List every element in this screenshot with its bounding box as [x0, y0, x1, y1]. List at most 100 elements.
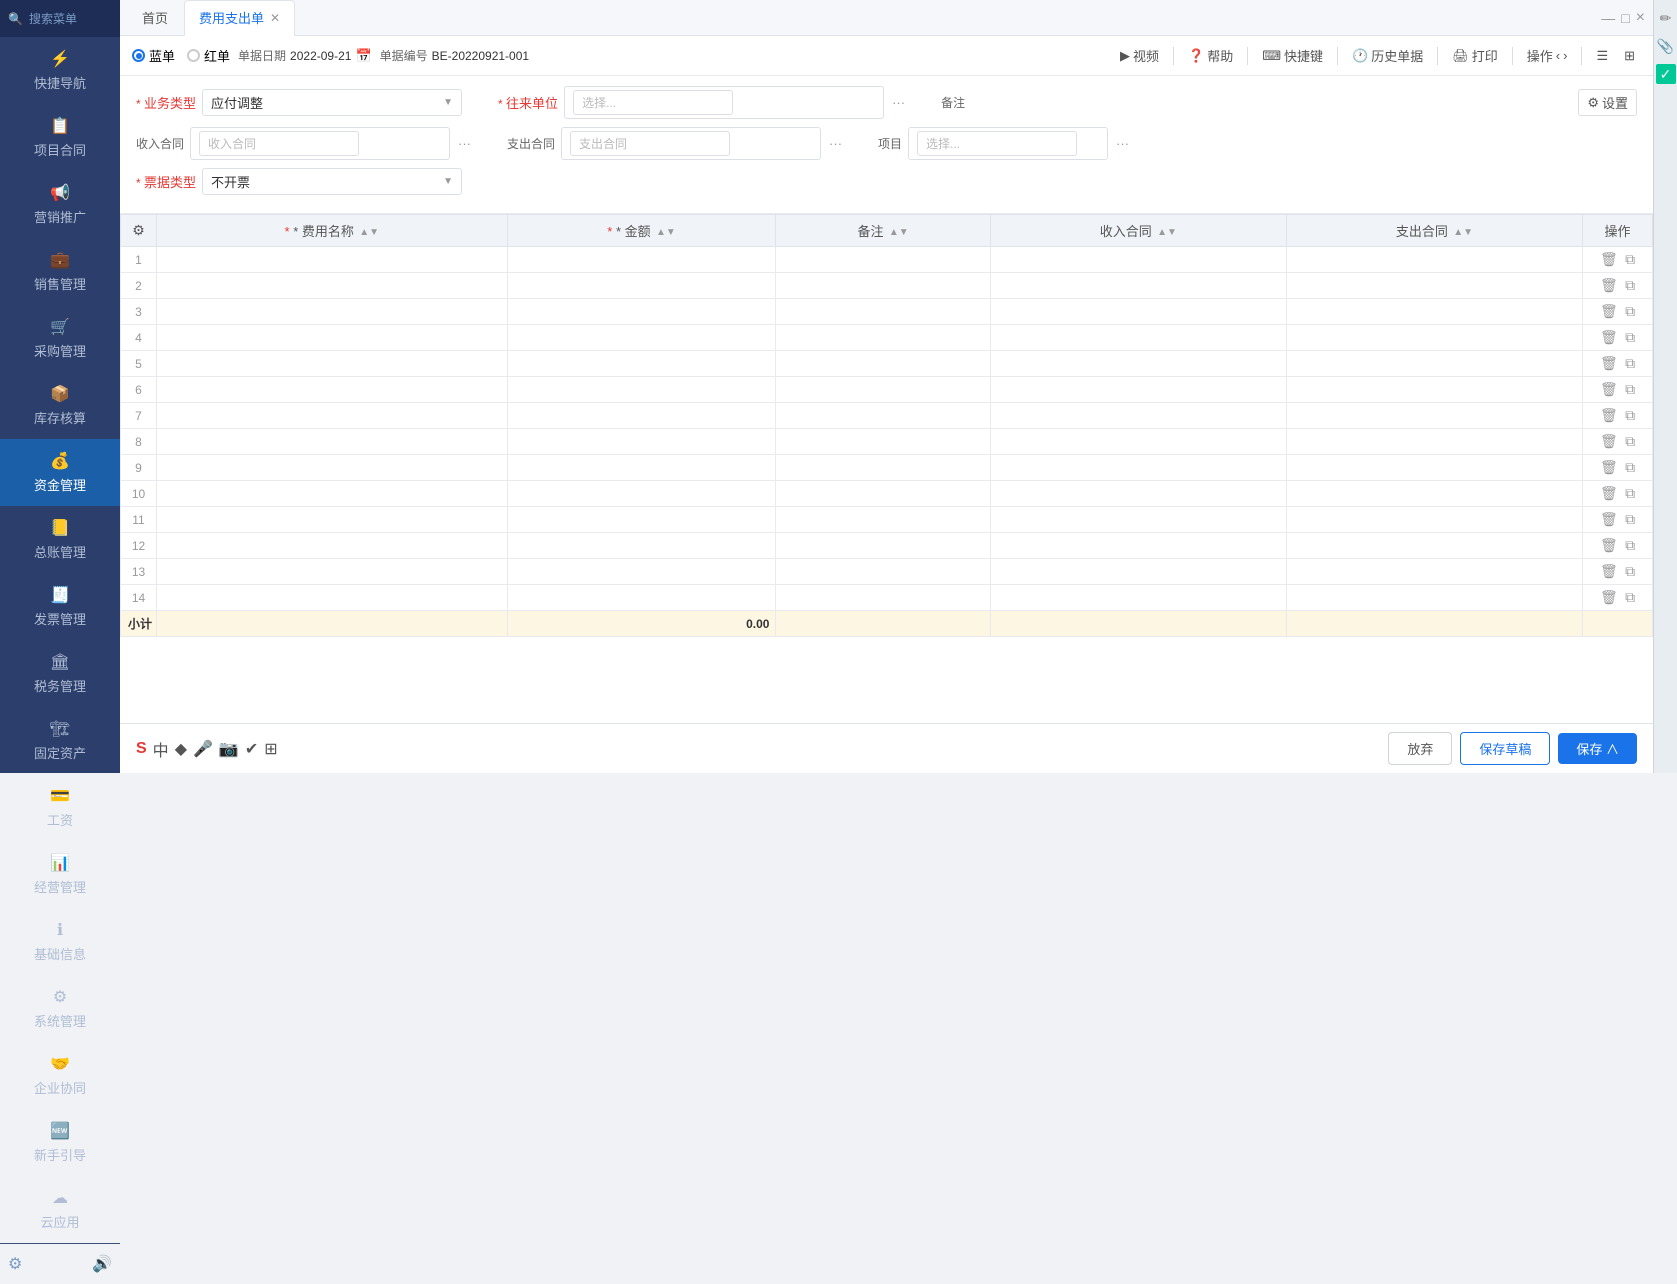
income-contract-cell-7[interactable]	[990, 403, 1286, 429]
sidebar-item-new-guide[interactable]: 🆕 新手引导	[0, 1109, 120, 1176]
expense-name-cell-11[interactable]	[157, 507, 508, 533]
delete-row-6-icon[interactable]: 🗑	[1600, 381, 1618, 397]
discard-button[interactable]: 放弃	[1388, 732, 1452, 765]
expense-name-cell-7[interactable]	[157, 403, 508, 429]
copy-row-5-icon[interactable]: ⧉	[1625, 355, 1635, 371]
th-gear[interactable]: ⚙	[121, 215, 157, 247]
delete-row-9-icon[interactable]: 🗑	[1600, 459, 1618, 475]
expense-contract-cell-7[interactable]	[1286, 403, 1582, 429]
save-draft-button[interactable]: 保存草稿	[1460, 732, 1550, 765]
income-contract-cell-12[interactable]	[990, 533, 1286, 559]
copy-row-13-icon[interactable]: ⧉	[1625, 563, 1635, 579]
th-expense-name[interactable]: * * 费用名称 ▲▼	[157, 215, 508, 247]
expense-name-cell-14[interactable]	[157, 585, 508, 611]
amount-cell-8[interactable]	[507, 429, 776, 455]
delete-row-13-icon[interactable]: 🗑	[1600, 563, 1618, 579]
income-contract-more-icon[interactable]: ···	[458, 136, 471, 151]
expense-contract-cell-14[interactable]	[1286, 585, 1582, 611]
right-panel-icon-edit[interactable]: ✏	[1656, 8, 1676, 28]
history-btn[interactable]: 🕐 历史单据	[1346, 44, 1429, 67]
operation-btn[interactable]: 操作 ‹ ›	[1521, 44, 1574, 67]
amount-cell-4[interactable]	[507, 325, 776, 351]
tab-expense[interactable]: 费用支出单 ✕	[184, 0, 295, 36]
sidebar-item-cloud-apps[interactable]: ☁ 云应用	[0, 1176, 120, 1243]
sidebar-item-quick-nav[interactable]: ⚡ 快捷导航	[0, 37, 120, 104]
sidebar-item-capital-mgmt[interactable]: 💰 资金管理	[0, 439, 120, 506]
right-panel-icon-active[interactable]: ✓	[1656, 64, 1676, 84]
counterparty-more-icon[interactable]: ···	[892, 95, 905, 110]
income-contract-cell-8[interactable]	[990, 429, 1286, 455]
amount-cell-3[interactable]	[507, 299, 776, 325]
amount-cell-7[interactable]	[507, 403, 776, 429]
expense-contract-cell-9[interactable]	[1286, 455, 1582, 481]
income-contract-cell-4[interactable]	[990, 325, 1286, 351]
sidebar-item-accounting[interactable]: 📒 总账管理	[0, 506, 120, 573]
settings-icon[interactable]: ⚙	[8, 1254, 22, 1274]
window-maximize-btn[interactable]: □	[1621, 10, 1629, 26]
sidebar-item-project-contract[interactable]: 📋 项目合同	[0, 104, 120, 171]
expense-name-cell-5[interactable]	[157, 351, 508, 377]
income-contract-cell-14[interactable]	[990, 585, 1286, 611]
expense-contract-cell-3[interactable]	[1286, 299, 1582, 325]
print-btn[interactable]: 🖨 打印	[1446, 44, 1504, 67]
expense-name-cell-4[interactable]	[157, 325, 508, 351]
income-contract-cell-9[interactable]	[990, 455, 1286, 481]
copy-row-6-icon[interactable]: ⧉	[1625, 381, 1635, 397]
income-contract-cell-2[interactable]	[990, 273, 1286, 299]
project-input[interactable]: 选择...	[908, 127, 1108, 160]
expense-contract-cell-4[interactable]	[1286, 325, 1582, 351]
expense-name-cell-12[interactable]	[157, 533, 508, 559]
expense-contract-cell-12[interactable]	[1286, 533, 1582, 559]
sidebar-item-fixed-assets[interactable]: 🏗 固定资产	[0, 707, 120, 774]
project-more-icon[interactable]: ···	[1116, 136, 1129, 151]
bottom-icon-zhong[interactable]: 中	[153, 737, 169, 761]
copy-row-8-icon[interactable]: ⧉	[1625, 433, 1635, 449]
remark-cell-8[interactable]	[776, 429, 990, 455]
income-contract-input[interactable]: 收入合同	[190, 127, 450, 160]
expense-contract-cell-10[interactable]	[1286, 481, 1582, 507]
delete-row-7-icon[interactable]: 🗑	[1600, 407, 1618, 423]
remark-cell-14[interactable]	[776, 585, 990, 611]
amount-cell-1[interactable]	[507, 247, 776, 273]
copy-row-4-icon[interactable]: ⧉	[1625, 329, 1635, 345]
sidebar-item-purchase-mgmt[interactable]: 🛒 采购管理	[0, 305, 120, 372]
window-close-btn[interactable]: ×	[1636, 9, 1645, 27]
th-expense-contract[interactable]: 支出合同 ▲▼	[1286, 215, 1582, 247]
settings-btn[interactable]: ⚙ 设置	[1578, 89, 1637, 116]
copy-row-3-icon[interactable]: ⧉	[1625, 303, 1635, 319]
shortcut-btn[interactable]: ⌨ 快捷键	[1256, 44, 1329, 67]
expense-contract-cell-13[interactable]	[1286, 559, 1582, 585]
expense-name-cell-9[interactable]	[157, 455, 508, 481]
amount-cell-11[interactable]	[507, 507, 776, 533]
sidebar-item-ops-mgmt[interactable]: 📊 经营管理	[0, 841, 120, 908]
copy-row-7-icon[interactable]: ⧉	[1625, 407, 1635, 423]
bottom-icon-diamond[interactable]: ◆	[175, 739, 187, 759]
right-panel-icon-attach[interactable]: 📎	[1656, 36, 1676, 56]
amount-cell-13[interactable]	[507, 559, 776, 585]
expense-contract-cell-2[interactable]	[1286, 273, 1582, 299]
expense-contract-input[interactable]: 支出合同	[561, 127, 821, 160]
amount-cell-10[interactable]	[507, 481, 776, 507]
amount-cell-9[interactable]	[507, 455, 776, 481]
copy-row-10-icon[interactable]: ⧉	[1625, 485, 1635, 501]
remark-cell-5[interactable]	[776, 351, 990, 377]
remark-cell-7[interactable]	[776, 403, 990, 429]
expense-name-cell-8[interactable]	[157, 429, 508, 455]
list-view-btn[interactable]: ☰	[1590, 46, 1614, 66]
expense-contract-cell-6[interactable]	[1286, 377, 1582, 403]
sidebar-item-basic-info[interactable]: ℹ 基础信息	[0, 908, 120, 975]
remark-cell-11[interactable]	[776, 507, 990, 533]
income-contract-cell-5[interactable]	[990, 351, 1286, 377]
remark-cell-10[interactable]	[776, 481, 990, 507]
remark-cell-3[interactable]	[776, 299, 990, 325]
expense-contract-more-icon[interactable]: ···	[829, 136, 842, 151]
sidebar-item-enterprise-collab[interactable]: 🤝 企业协同	[0, 1042, 120, 1109]
volume-icon[interactable]: 🔊	[92, 1254, 112, 1274]
window-minimize-btn[interactable]: —	[1601, 10, 1615, 26]
remark-cell-2[interactable]	[776, 273, 990, 299]
copy-row-2-icon[interactable]: ⧉	[1625, 277, 1635, 293]
th-remark[interactable]: 备注 ▲▼	[776, 215, 990, 247]
expense-name-cell-2[interactable]	[157, 273, 508, 299]
amount-cell-6[interactable]	[507, 377, 776, 403]
copy-row-14-icon[interactable]: ⧉	[1625, 589, 1635, 605]
